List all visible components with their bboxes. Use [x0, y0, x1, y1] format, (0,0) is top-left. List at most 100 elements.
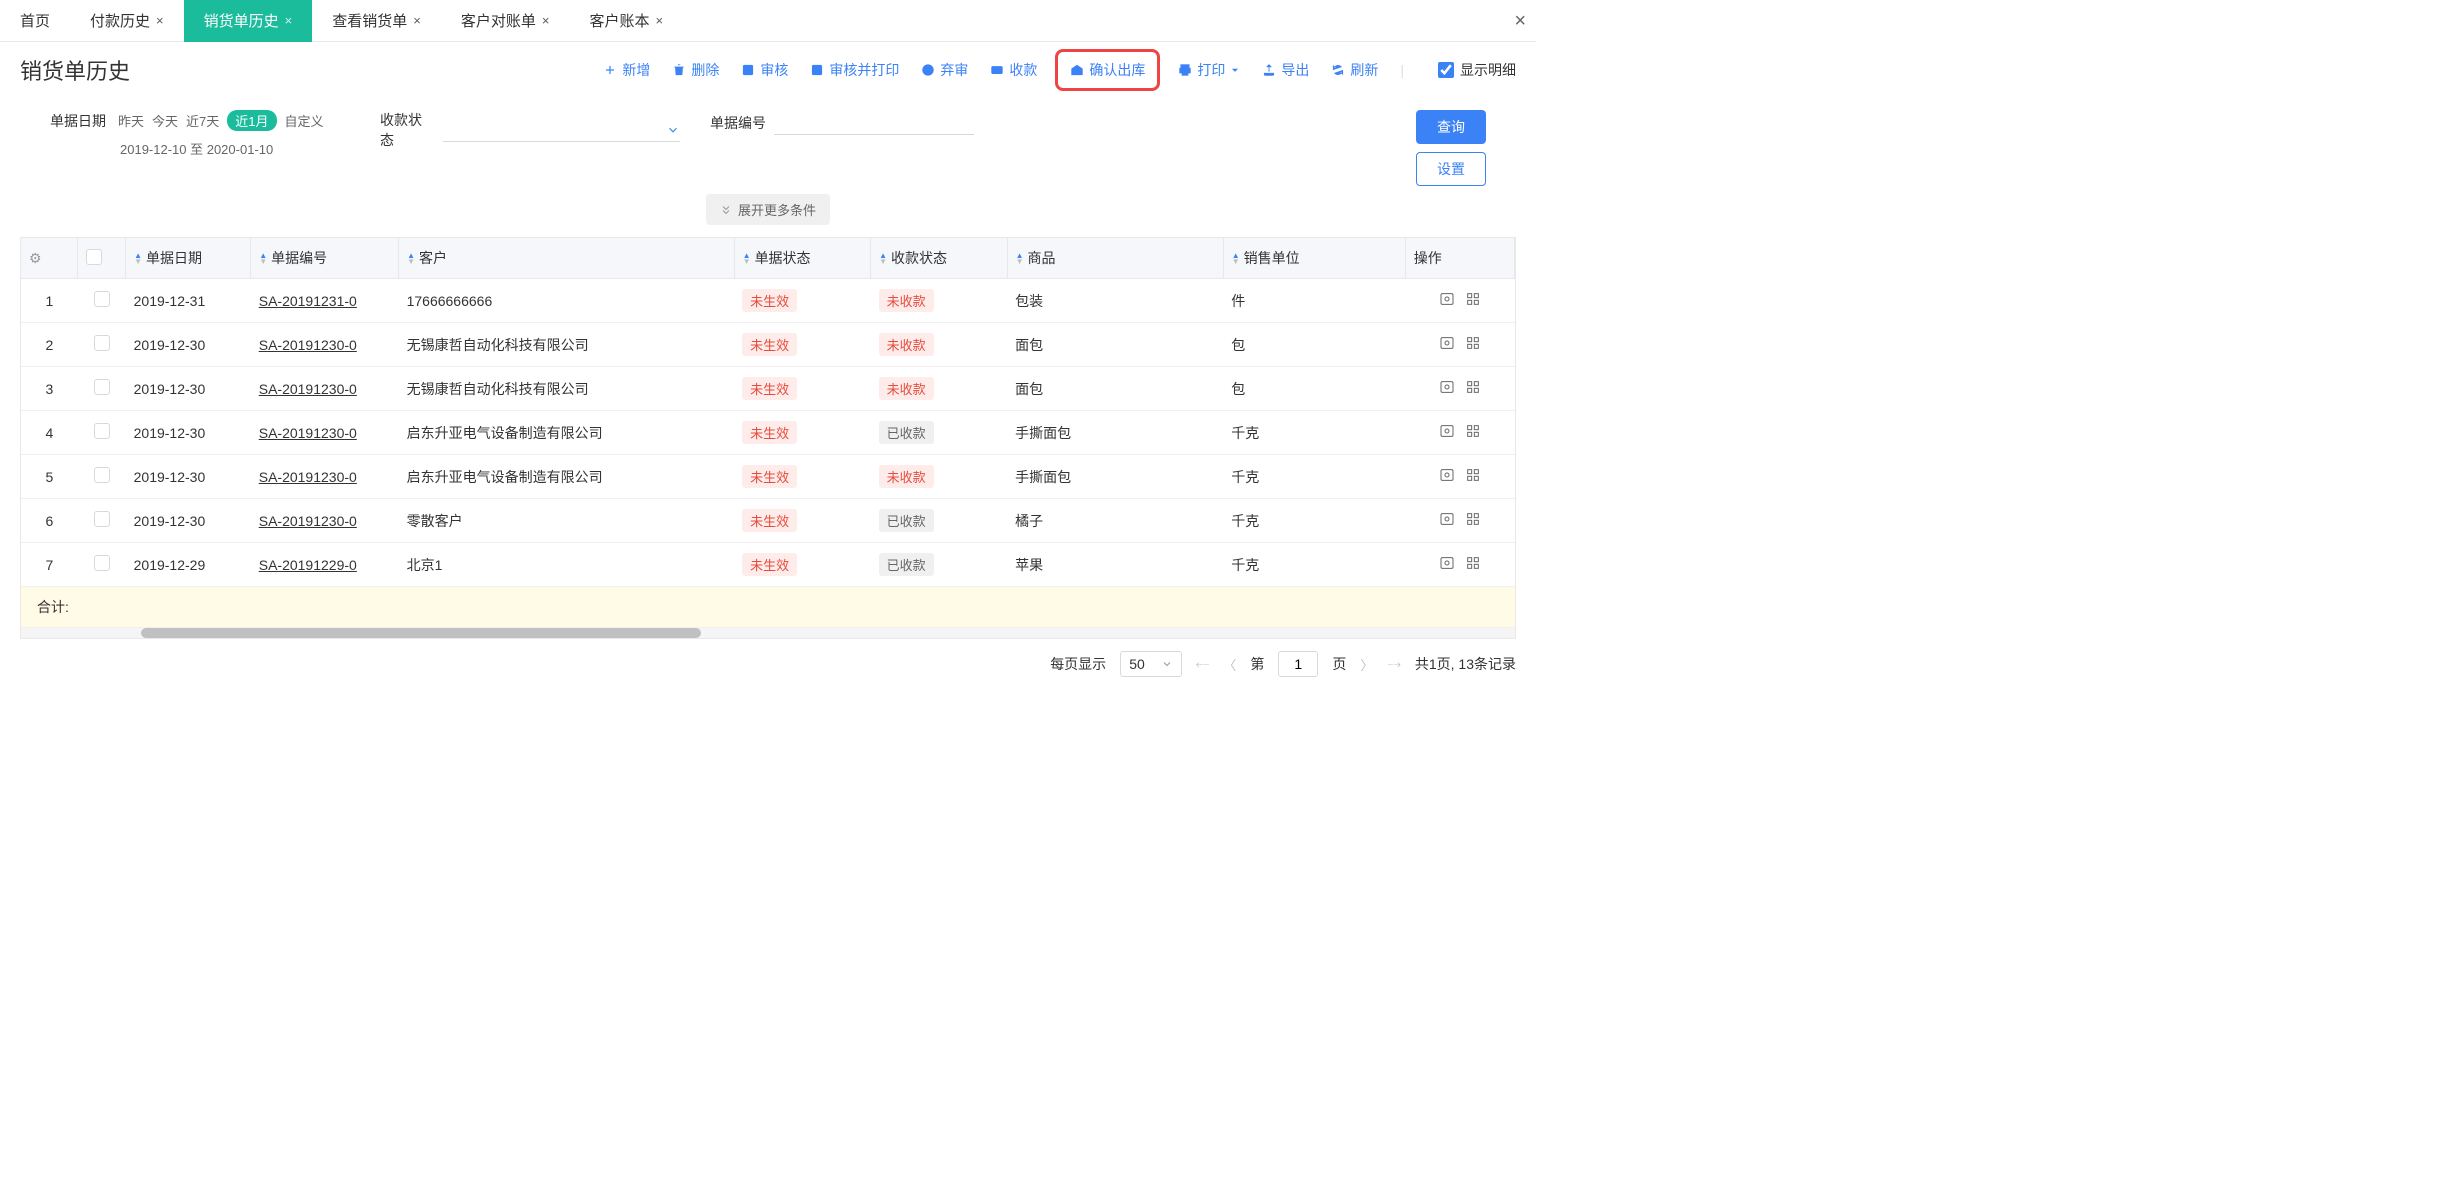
sort-icon[interactable]: ▲▼ [134, 253, 142, 265]
view-icon[interactable] [1439, 291, 1455, 310]
close-all-tabs-icon[interactable]: × [1514, 10, 1526, 33]
tab-view-sales[interactable]: 查看销货单× [312, 0, 441, 42]
per-page-select[interactable]: 50 [1120, 651, 1182, 677]
shortcut-today[interactable]: 今天 [152, 111, 178, 130]
col-product[interactable]: ▲▼商品 [1007, 238, 1223, 279]
table-row[interactable]: 4 2019-12-30 SA-20191230-0 启东升亚电气设备制造有限公… [21, 411, 1515, 455]
view-icon[interactable] [1439, 423, 1455, 442]
settings-button[interactable]: 设置 [1416, 152, 1486, 186]
confirm-out-button[interactable]: 确认出库 [1055, 49, 1160, 91]
col-unit[interactable]: ▲▼销售单位 [1223, 238, 1405, 279]
col-customer[interactable]: ▲▼客户 [399, 238, 735, 279]
shortcut-1month[interactable]: 近1月 [227, 110, 276, 131]
more-icon[interactable] [1465, 379, 1481, 398]
more-icon[interactable] [1465, 291, 1481, 310]
sort-icon[interactable]: ▲▼ [879, 253, 887, 265]
more-icon[interactable] [1465, 555, 1481, 574]
shortcut-yesterday[interactable]: 昨天 [118, 111, 144, 130]
cell-docno[interactable]: SA-20191230-0 [251, 367, 399, 411]
row-checkbox[interactable] [94, 423, 110, 439]
cell-checkbox[interactable] [78, 455, 126, 499]
cell-docno[interactable]: SA-20191230-0 [251, 455, 399, 499]
cell-checkbox[interactable] [78, 323, 126, 367]
row-checkbox[interactable] [94, 555, 110, 571]
close-icon[interactable]: × [413, 13, 421, 28]
docno-input[interactable] [774, 110, 974, 135]
collect-button[interactable]: 收款 [990, 60, 1037, 80]
sort-icon[interactable]: ▲▼ [259, 253, 267, 265]
show-detail-toggle[interactable]: 显示明细 [1438, 60, 1516, 80]
unaudit-button[interactable]: 弃审 [921, 60, 968, 80]
scrollbar-thumb[interactable] [141, 628, 701, 638]
add-button[interactable]: 新增 [603, 60, 650, 80]
cell-docno[interactable]: SA-20191231-0 [251, 279, 399, 323]
close-icon[interactable]: × [156, 13, 164, 28]
more-icon[interactable] [1465, 511, 1481, 530]
collect-status-select[interactable] [443, 119, 680, 142]
row-checkbox[interactable] [94, 335, 110, 351]
refresh-button[interactable]: 刷新 [1331, 60, 1378, 80]
cell-checkbox[interactable] [78, 279, 126, 323]
table-row[interactable]: 7 2019-12-29 SA-20191229-0 北京1 未生效 已收款 苹… [21, 543, 1515, 587]
prev-page-button[interactable]: 〈 [1223, 655, 1236, 674]
sort-icon[interactable]: ▲▼ [743, 253, 751, 265]
cell-docno[interactable]: SA-20191230-0 [251, 499, 399, 543]
table-row[interactable]: 5 2019-12-30 SA-20191230-0 启东升亚电气设备制造有限公… [21, 455, 1515, 499]
audit-button[interactable]: 审核 [741, 60, 788, 80]
audit-print-button[interactable]: 审核并打印 [810, 60, 899, 80]
table-row[interactable]: 1 2019-12-31 SA-20191231-0 17666666666 未… [21, 279, 1515, 323]
table-row[interactable]: 6 2019-12-30 SA-20191230-0 零散客户 未生效 已收款 … [21, 499, 1515, 543]
sort-icon[interactable]: ▲▼ [407, 253, 415, 265]
view-icon[interactable] [1439, 467, 1455, 486]
close-icon[interactable]: × [285, 13, 293, 28]
col-checkbox-header[interactable] [78, 238, 126, 279]
more-icon[interactable] [1465, 335, 1481, 354]
cell-checkbox[interactable] [78, 543, 126, 587]
sort-icon[interactable]: ▲▼ [1016, 253, 1024, 265]
tab-payment-history[interactable]: 付款历史× [70, 0, 184, 42]
page-input[interactable] [1278, 651, 1318, 677]
table-row[interactable]: 2 2019-12-30 SA-20191230-0 无锡康哲自动化科技有限公司… [21, 323, 1515, 367]
view-icon[interactable] [1439, 335, 1455, 354]
cell-checkbox[interactable] [78, 411, 126, 455]
col-gear[interactable]: ⚙ [21, 238, 78, 279]
tab-sales-history[interactable]: 销货单历史× [184, 0, 313, 42]
col-doc-status[interactable]: ▲▼单据状态 [734, 238, 870, 279]
cell-docno[interactable]: SA-20191229-0 [251, 543, 399, 587]
gear-icon[interactable]: ⚙ [29, 250, 42, 266]
row-checkbox[interactable] [94, 511, 110, 527]
more-icon[interactable] [1465, 423, 1481, 442]
view-icon[interactable] [1439, 379, 1455, 398]
cell-checkbox[interactable] [78, 367, 126, 411]
next-page-button[interactable]: 〉 [1360, 655, 1373, 674]
expand-conditions-button[interactable]: 展开更多条件 [706, 194, 830, 225]
cell-checkbox[interactable] [78, 499, 126, 543]
query-button[interactable]: 查询 [1416, 110, 1486, 144]
show-detail-checkbox[interactable] [1438, 62, 1454, 78]
last-page-button[interactable]: ⤍ [1387, 656, 1401, 672]
tab-customer-statement[interactable]: 客户对账单× [441, 0, 570, 42]
cell-docno[interactable]: SA-20191230-0 [251, 411, 399, 455]
row-checkbox[interactable] [94, 291, 110, 307]
shortcut-custom[interactable]: 自定义 [285, 111, 324, 130]
row-checkbox[interactable] [94, 467, 110, 483]
more-icon[interactable] [1465, 467, 1481, 486]
col-docno[interactable]: ▲▼单据编号 [251, 238, 399, 279]
first-page-button[interactable]: ⤌ [1196, 656, 1210, 672]
tab-customer-ledger[interactable]: 客户账本× [569, 0, 683, 42]
row-checkbox[interactable] [94, 379, 110, 395]
col-pay-status[interactable]: ▲▼收款状态 [871, 238, 1007, 279]
view-icon[interactable] [1439, 511, 1455, 530]
close-icon[interactable]: × [655, 13, 663, 28]
cell-docno[interactable]: SA-20191230-0 [251, 323, 399, 367]
close-icon[interactable]: × [542, 13, 550, 28]
select-all-checkbox[interactable] [86, 249, 102, 265]
shortcut-7days[interactable]: 近7天 [186, 111, 219, 130]
delete-button[interactable]: 删除 [672, 60, 719, 80]
print-button[interactable]: 打印 [1178, 60, 1240, 80]
horizontal-scrollbar[interactable] [21, 628, 1515, 638]
export-button[interactable]: 导出 [1262, 60, 1309, 80]
sort-icon[interactable]: ▲▼ [1232, 253, 1240, 265]
tab-home[interactable]: 首页 [0, 0, 70, 42]
table-row[interactable]: 3 2019-12-30 SA-20191230-0 无锡康哲自动化科技有限公司… [21, 367, 1515, 411]
